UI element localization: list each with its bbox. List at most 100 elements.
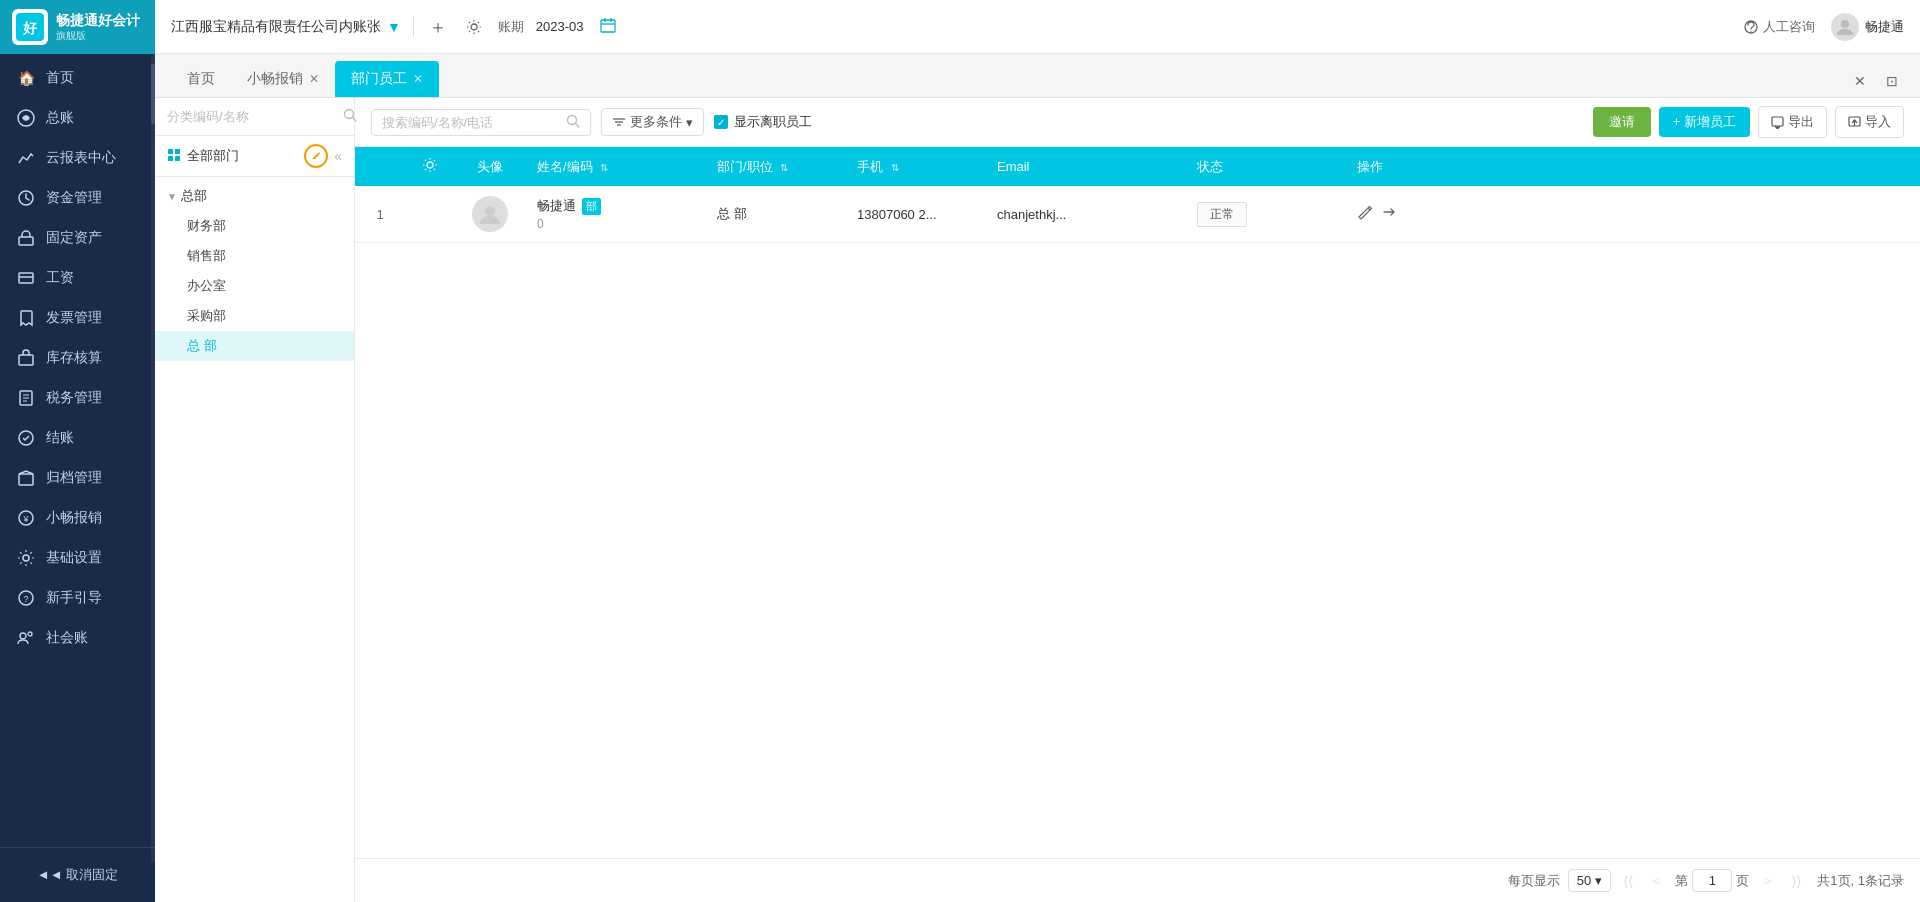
per-page-label: 每页显示 <box>1508 872 1560 890</box>
dept-node-zongbu-leaf[interactable]: 总 部 <box>155 331 354 361</box>
page-first-btn[interactable]: ⟨⟨ <box>1619 871 1637 891</box>
sidebar-item-basic-settings[interactable]: 基础设置 <box>0 538 155 578</box>
col-dept-position[interactable]: 部门/职位 ⇅ <box>705 147 845 186</box>
dept-zongbu-section[interactable]: ▼ 总部 <box>155 181 354 211</box>
col-avatar: 头像 <box>455 147 525 186</box>
add-company-btn[interactable]: ＋ <box>426 15 450 39</box>
page-input-wrap: 第 页 <box>1675 869 1749 892</box>
calendar-icon[interactable] <box>600 17 616 36</box>
dept-grid-icon <box>167 148 181 165</box>
employee-toolbar: 更多条件 ▾ ✓ 显示离职员工 邀请 + 新增员工 导出 <box>355 98 1920 147</box>
employee-search-box <box>371 109 591 136</box>
cell-num: 1 <box>355 186 405 243</box>
import-btn[interactable]: 导入 <box>1835 106 1904 138</box>
tab-fullscreen-btn[interactable]: ⊡ <box>1880 69 1904 93</box>
employee-table-wrap: 头像 姓名/编码 ⇅ 部门/职位 ⇅ 手机 ⇅ <box>355 147 1920 858</box>
export-label: 导出 <box>1788 113 1814 131</box>
sidebar-item-tax-mgmt[interactable]: 税务管理 <box>0 378 155 418</box>
pagination-bar: 每页显示 50 ▾ ⟨⟨ ＜ 第 页 ＞ ⟩⟩ 共1页, 1条记录 <box>355 858 1920 902</box>
edit-btn[interactable] <box>1357 204 1373 224</box>
svg-rect-5 <box>19 273 33 283</box>
col-name-code[interactable]: 姓名/编码 ⇅ <box>525 147 705 186</box>
delete-btn[interactable] <box>1381 204 1397 224</box>
dept-node-bangongshi[interactable]: 办公室 <box>155 271 354 301</box>
company-selector[interactable]: 江西服宝精品有限责任公司内账张 ▼ <box>171 18 401 36</box>
cell-status: 正常 <box>1185 186 1345 243</box>
cancel-fixed-btn[interactable]: ◄◄ 取消固定 <box>0 858 155 892</box>
dept-edit-btn[interactable] <box>304 144 328 168</box>
col-action: 操作 <box>1345 147 1920 186</box>
dept-bangongshi-label: 办公室 <box>187 277 226 295</box>
employee-phone: 13807060 2... <box>857 207 937 222</box>
sidebar-item-asset-mgmt[interactable]: 资金管理 <box>0 178 155 218</box>
sidebar-item-xiaochang-expense[interactable]: ¥ 小畅报销 <box>0 498 155 538</box>
user-area[interactable]: 畅捷通 <box>1831 13 1904 41</box>
tab-xiaochangbaoxiao-close[interactable]: ✕ <box>309 73 319 85</box>
sidebar-item-cloud-reports[interactable]: 云报表中心 <box>0 138 155 178</box>
page-last-btn[interactable]: ⟩⟩ <box>1787 871 1805 891</box>
dept-node-caigoubu[interactable]: 采购部 <box>155 301 354 331</box>
per-page-select[interactable]: 50 ▾ <box>1568 869 1611 892</box>
svg-rect-22 <box>601 20 615 32</box>
col-settings[interactable] <box>405 147 455 186</box>
dept-all-label: 全部部门 <box>187 147 298 165</box>
sidebar-item-checkout[interactable]: 结账 <box>0 418 155 458</box>
cell-settings <box>405 186 455 243</box>
dept-node-caiwubu[interactable]: 财务部 <box>155 211 354 241</box>
tab-home[interactable]: 首页 <box>171 61 231 97</box>
sidebar-bottom: ◄◄ 取消固定 <box>0 847 155 902</box>
export-btn[interactable]: 导出 <box>1758 106 1827 138</box>
dept-node-xiaoshoubu[interactable]: 销售部 <box>155 241 354 271</box>
sidebar-scrollbar-thumb <box>151 64 155 124</box>
cell-name-code: 畅捷通 部 0 <box>525 186 705 243</box>
svg-point-27 <box>1750 31 1752 33</box>
sidebar-item-general-ledger[interactable]: 总账 <box>0 98 155 138</box>
tab-close-all-btn[interactable]: ✕ <box>1848 69 1872 93</box>
svg-point-28 <box>1841 20 1849 28</box>
col-status: 状态 <box>1185 147 1345 186</box>
employee-search-icon[interactable] <box>566 114 580 131</box>
sidebar-item-checkout-label: 结账 <box>46 429 74 447</box>
page-next-btn[interactable]: ＞ <box>1757 870 1779 892</box>
tab-bumenyuangong-close[interactable]: ✕ <box>413 73 423 85</box>
sidebar-item-inventory[interactable]: 库存核算 <box>0 338 155 378</box>
dept-collapse-icon[interactable]: « <box>334 148 342 164</box>
svg-rect-4 <box>19 237 33 245</box>
sidebar-scrollbar-track[interactable] <box>151 54 155 862</box>
new-employee-btn[interactable]: + 新增员工 <box>1659 107 1750 137</box>
sidebar-item-new-guide[interactable]: ? 新手引导 <box>0 578 155 618</box>
avatar <box>472 196 508 232</box>
page-input[interactable] <box>1692 869 1732 892</box>
top-header-right: 人工咨询 畅捷通 <box>1743 13 1904 41</box>
sidebar-item-new-guide-label: 新手引导 <box>46 589 102 607</box>
show-resigned-toggle[interactable]: ✓ 显示离职员工 <box>714 113 812 131</box>
tab-xiaochangbaoxiao-label: 小畅报销 <box>247 70 303 88</box>
sidebar-item-fixed-assets[interactable]: 固定资产 <box>0 218 155 258</box>
page-prev-btn[interactable]: ＜ <box>1645 870 1667 892</box>
name-code-cell: 畅捷通 部 0 <box>537 197 693 231</box>
dept-zongbu-leaf-label: 总 部 <box>187 337 217 355</box>
svg-point-20 <box>28 632 32 636</box>
more-filter-btn[interactable]: 更多条件 ▾ <box>601 108 704 136</box>
app-name-block: 畅捷通好会计 旗舰版 <box>56 11 140 43</box>
tab-bumenyuangong-label: 部门员工 <box>351 70 407 88</box>
company-name: 江西服宝精品有限责任公司内账张 <box>171 18 381 36</box>
dept-zongbu-label: 总部 <box>181 187 207 205</box>
dept-expand-arrow: ▼ <box>167 191 177 202</box>
employee-search-input[interactable] <box>382 115 560 130</box>
tab-bumenyuangong[interactable]: 部门员工 ✕ <box>335 61 439 97</box>
sidebar-item-archive-mgmt[interactable]: 归档管理 <box>0 458 155 498</box>
tab-xiaochangbaoxiao[interactable]: 小畅报销 ✕ <box>231 61 335 97</box>
tab-home-label: 首页 <box>187 70 215 88</box>
company-settings-btn[interactable] <box>462 15 486 39</box>
employee-dept: 总 部 <box>717 206 747 221</box>
col-num <box>355 147 405 186</box>
sidebar-item-social-account[interactable]: 社会账 <box>0 618 155 658</box>
invite-btn[interactable]: 邀请 <box>1593 107 1651 137</box>
support-btn[interactable]: 人工咨询 <box>1743 18 1815 36</box>
sidebar-item-invoice-mgmt[interactable]: 发票管理 <box>0 298 155 338</box>
sidebar-item-payroll[interactable]: 工资 <box>0 258 155 298</box>
dept-search-input[interactable] <box>167 109 335 124</box>
sidebar-item-home[interactable]: 🏠 首页 <box>0 58 155 98</box>
col-phone[interactable]: 手机 ⇅ <box>845 147 985 186</box>
